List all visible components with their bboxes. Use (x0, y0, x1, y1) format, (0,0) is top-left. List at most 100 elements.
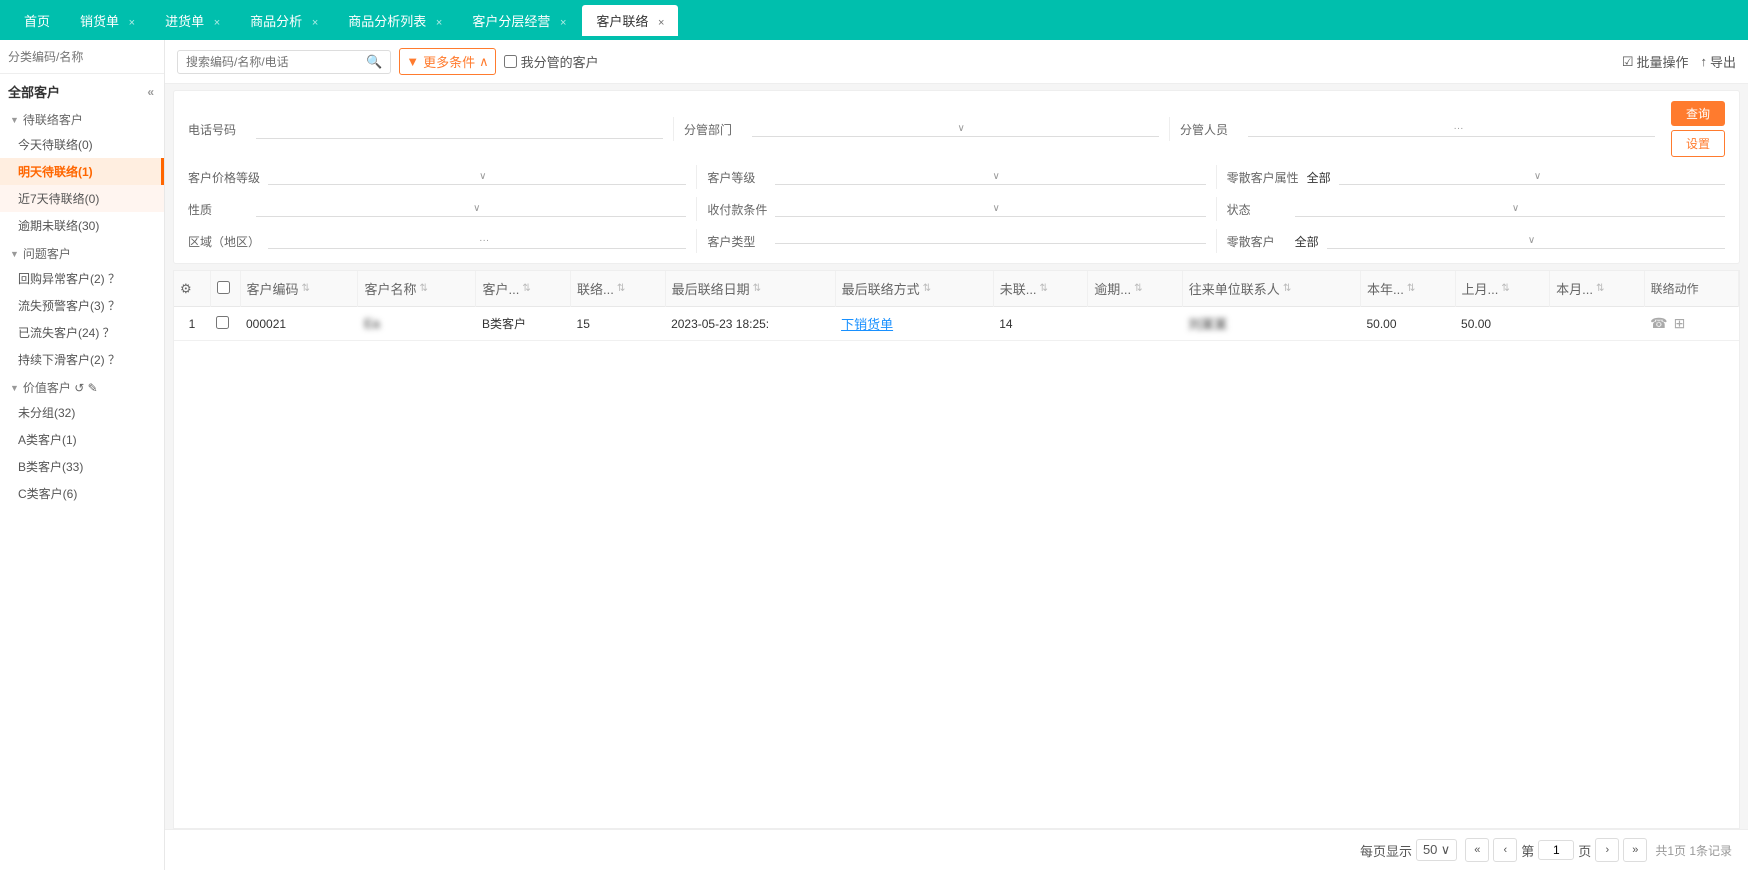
filter-customer-level: 客户等级 ∨ (707, 169, 1205, 186)
sidebar-item-type-b[interactable]: B类客户(33) (0, 453, 164, 480)
page-size-box[interactable]: 50 ∨ (1416, 839, 1457, 861)
sidebar-item-type-a[interactable]: A类客户(1) (0, 426, 164, 453)
sidebar-item-today[interactable]: 今天待联络(0) (0, 131, 164, 158)
filter-region: 区域（地区） ··· (188, 233, 686, 250)
filter-dept-arrow-icon: ∨ (958, 123, 1156, 134)
filter-manager-select[interactable]: ··· (1248, 121, 1655, 137)
batch-op-icon: ☑ (1622, 54, 1634, 70)
more-filter-button[interactable]: ▼ 更多条件 ∧ (399, 48, 495, 75)
col-last-date: 最后联络日期 ⇅ (665, 271, 835, 307)
nav-customer-tier[interactable]: 客户分层经营 × (458, 5, 580, 36)
my-customers-checkbox-container[interactable]: 我分管的客户 (504, 52, 599, 71)
filter-row-3: 性质 ∨ 收付款条件 ∨ 状态 (188, 197, 1725, 221)
sidebar-item-week[interactable]: 近7天待联络(0) (0, 185, 164, 212)
export-button[interactable]: ↑ 导出 (1700, 52, 1736, 71)
col-last-month-sort-icon[interactable]: ⇅ (1501, 283, 1509, 294)
search-input[interactable] (186, 55, 366, 69)
nav-home[interactable]: 首页 (10, 5, 64, 36)
sidebar-group-value[interactable]: 价值客户 ↺ ✎ (0, 373, 164, 399)
col-this-month-sort-icon[interactable]: ⇅ (1596, 283, 1604, 294)
batch-operation-button[interactable]: ☑ 批量操作 (1622, 52, 1689, 71)
col-code-sort-icon[interactable]: ⇅ (302, 283, 310, 294)
col-name: 客户名称 ⇅ (358, 271, 476, 307)
filter-customer-level-select[interactable]: ∨ (775, 169, 1205, 185)
filter-nature-select[interactable]: ∨ (256, 201, 686, 217)
select-all-checkbox[interactable] (217, 281, 230, 294)
nav-purchase-close[interactable]: × (214, 17, 220, 29)
filter-status: 状态 ∨ (1227, 201, 1725, 218)
filter-region-select[interactable]: ··· (268, 233, 686, 249)
col-unit-contact-sort-icon[interactable]: ⇅ (1283, 283, 1291, 294)
col-this-year-sort-icon[interactable]: ⇅ (1407, 283, 1415, 294)
pagination-bar: 每页显示 50 ∨ « ‹ 第 页 › » 共1页 1条记录 (165, 829, 1748, 870)
page-size-selector: 每页显示 50 ∨ (1360, 839, 1457, 861)
sidebar-item-tomorrow[interactable]: 明天待联络(1) (0, 158, 164, 185)
col-overdue-sort-icon[interactable]: ⇅ (1134, 283, 1142, 294)
sidebar-item-ungroup[interactable]: 未分组(32) (0, 399, 164, 426)
filter-price-level-select[interactable]: ∨ (268, 169, 686, 185)
filter-retail-customer-select[interactable]: ∨ (1327, 233, 1725, 249)
next-page-button[interactable]: › (1595, 838, 1619, 862)
export-icon: ↑ (1700, 54, 1707, 69)
prev-page-button[interactable]: ‹ (1493, 838, 1517, 862)
col-uncontacted-sort-icon[interactable]: ⇅ (1040, 283, 1048, 294)
filter-phone-input[interactable] (256, 120, 663, 139)
all-customers-header[interactable]: 全部客户 « (0, 74, 164, 105)
row-code: 000021 (240, 307, 358, 341)
sidebar-group-problem[interactable]: 问题客户 (0, 239, 164, 265)
sidebar-item-type-c[interactable]: C类客户(6) (0, 480, 164, 507)
filter-retail-customer: 零散客户 全部 ∨ (1227, 233, 1725, 250)
sidebar-item-churned[interactable]: 已流失客户(24) ？ (0, 319, 164, 346)
col-last-method-sort-icon[interactable]: ⇅ (923, 283, 931, 294)
filter-customer-type-select[interactable] (775, 239, 1205, 244)
settings-button[interactable]: 设置 (1671, 130, 1725, 157)
nav-sales[interactable]: 销货单 × (66, 5, 149, 36)
filter-dept-select[interactable]: ∨ (752, 121, 1159, 137)
nav-goods-analysis[interactable]: 商品分析 × (236, 5, 332, 36)
col-contact-count-sort-icon[interactable]: ⇅ (617, 283, 625, 294)
page-number-input[interactable] (1538, 840, 1574, 860)
col-contact-count: 联络... ⇅ (571, 271, 666, 307)
filter-manager: 分管人员 ··· (1180, 121, 1655, 138)
sidebar-item-overdue[interactable]: 逾期未联络(30) (0, 212, 164, 239)
col-customer-type-sort-icon[interactable]: ⇅ (522, 283, 530, 294)
sidebar-search-input[interactable] (8, 50, 163, 64)
action-more-icon[interactable]: ⊞ (1674, 315, 1686, 332)
sidebar-item-churn-warn[interactable]: 流失预警客户(3) ？ (0, 292, 164, 319)
sidebar-collapse-icon[interactable]: « (147, 85, 154, 99)
sidebar-item-declining[interactable]: 持续下滑客户(2) ？ (0, 346, 164, 373)
content-area: 🔍 ▼ 更多条件 ∧ 我分管的客户 ☑ 批量操作 ↑ 导出 (165, 40, 1748, 870)
row-action: ☎ ⊞ (1644, 307, 1738, 341)
gear-icon[interactable]: ⚙ (180, 281, 192, 296)
first-page-button[interactable]: « (1465, 838, 1489, 862)
query-button[interactable]: 查询 (1671, 101, 1725, 126)
filter-retail-attr-arrow-icon: ∨ (1534, 171, 1721, 182)
last-page-button[interactable]: » (1623, 838, 1647, 862)
nav-customer-tier-close[interactable]: × (560, 17, 566, 29)
filter-retail-attr-select[interactable]: ∨ (1339, 169, 1725, 185)
row-customer-type: B类客户 (476, 307, 571, 341)
filter-status-select[interactable]: ∨ (1295, 201, 1725, 217)
last-method-link[interactable]: 下销货单 (841, 317, 893, 332)
nav-customer-contact-close[interactable]: × (658, 17, 664, 29)
search-button[interactable]: 🔍 (366, 54, 382, 70)
nav-goods-analysis-close[interactable]: × (312, 17, 318, 29)
nav-customer-contact[interactable]: 客户联络 × (582, 5, 678, 36)
col-name-sort-icon[interactable]: ⇅ (420, 283, 428, 294)
sidebar-item-abnormal[interactable]: 回购异常客户(2) ？ (0, 265, 164, 292)
col-last-date-sort-icon[interactable]: ⇅ (753, 283, 761, 294)
nav-purchase[interactable]: 进货单 × (151, 5, 234, 36)
filter-payment-select[interactable]: ∨ (775, 201, 1205, 217)
nav-sales-close[interactable]: × (129, 17, 135, 29)
my-customers-checkbox[interactable] (504, 55, 517, 68)
filter-price-level: 客户价格等级 ∨ (188, 169, 686, 186)
row-checkbox[interactable] (216, 316, 229, 329)
nav-goods-analysis-list-close[interactable]: × (436, 17, 442, 29)
filter-region-dots-icon: ··· (479, 235, 682, 246)
total-info: 共1页 1条记录 (1655, 842, 1732, 859)
nav-goods-analysis-list[interactable]: 商品分析列表 × (334, 5, 456, 36)
sidebar-group-pending[interactable]: 待联络客户 (0, 105, 164, 131)
action-phone-icon[interactable]: ☎ (1650, 315, 1667, 332)
row-this-year: 50.00 (1361, 307, 1456, 341)
col-this-year: 本年... ⇅ (1361, 271, 1456, 307)
